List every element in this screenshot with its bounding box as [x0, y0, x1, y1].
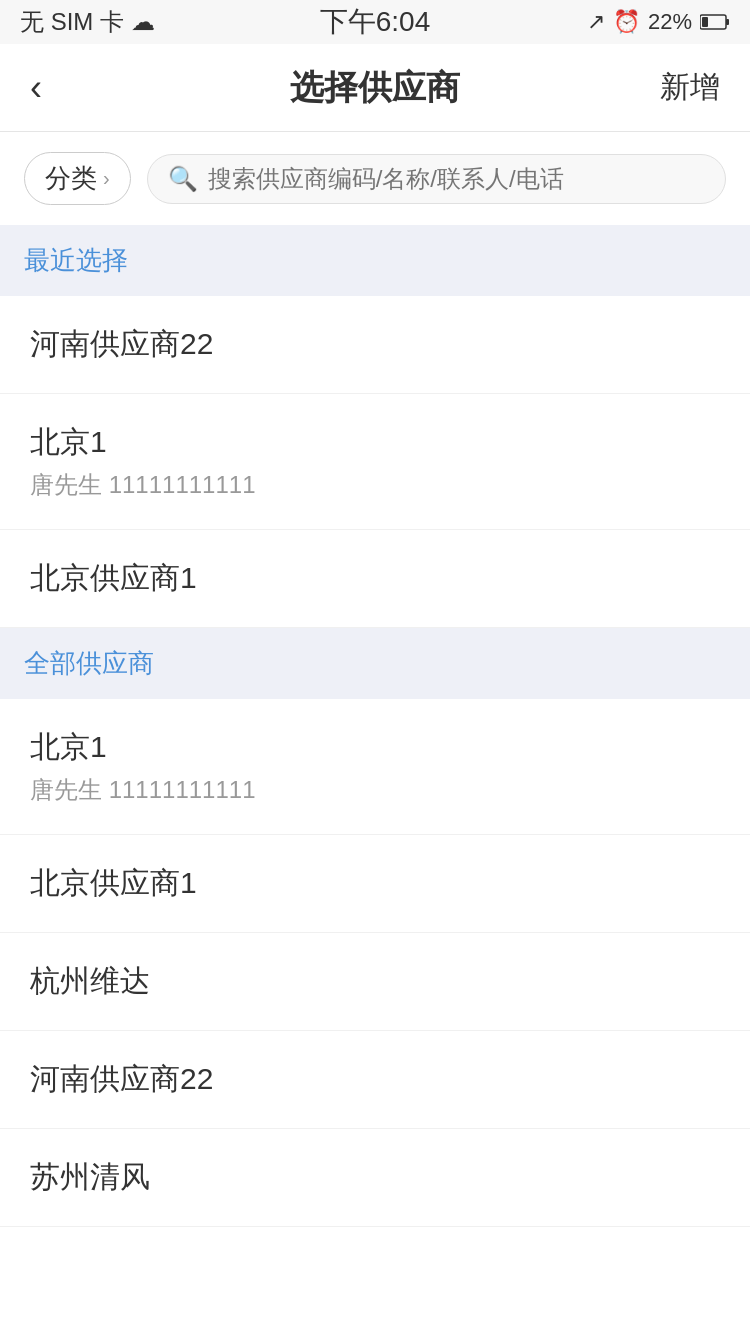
status-time: 下午6:04	[320, 3, 431, 41]
list-item[interactable]: 北京供应商1	[0, 835, 750, 933]
list-item[interactable]: 河南供应商22	[0, 296, 750, 394]
supplier-name: 北京1	[30, 422, 720, 463]
recent-list: 河南供应商22 北京1 唐先生 11111111111 北京供应商1	[0, 296, 750, 628]
supplier-sub: 唐先生 11111111111	[30, 469, 720, 501]
all-list: 北京1 唐先生 11111111111 北京供应商1 杭州维达河南供应商22 苏州清风	[0, 699, 750, 1227]
supplier-sub: 唐先生 11111111111	[30, 774, 720, 806]
category-label: 分类	[45, 161, 97, 196]
battery-icon	[700, 14, 730, 30]
add-button[interactable]: 新增	[660, 67, 720, 108]
status-bar: 无 SIM 卡 ☁ 下午6:04 ↗ ⏰ 22%	[0, 0, 750, 44]
list-item[interactable]: 北京1 唐先生 11111111111	[0, 394, 750, 530]
all-section-header: 全部供应商	[0, 628, 750, 699]
supplier-name: 苏州清风	[30, 1157, 720, 1198]
page-title: 选择供应商	[290, 65, 460, 111]
status-left: 无 SIM 卡 ☁	[20, 6, 155, 38]
recent-section-label: 最近选择	[24, 245, 128, 275]
all-section-label: 全部供应商	[24, 648, 154, 678]
supplier-name: 北京供应商1	[30, 863, 720, 904]
back-button[interactable]: ‹	[30, 67, 90, 109]
list-item[interactable]: 苏州清风	[0, 1129, 750, 1227]
svg-rect-1	[726, 19, 729, 25]
filter-bar: 分类 › 🔍	[0, 132, 750, 225]
alarm-icon: ⏰	[613, 9, 640, 35]
search-icon: 🔍	[168, 165, 198, 193]
battery-label: 22%	[648, 9, 692, 35]
no-sim-label: 无 SIM 卡 ☁	[20, 6, 155, 38]
supplier-name: 杭州维达	[30, 961, 720, 1002]
list-item[interactable]: 北京供应商1	[0, 530, 750, 628]
supplier-name: 北京供应商1	[30, 558, 720, 599]
supplier-name: 河南供应商22	[30, 1059, 720, 1100]
nav-bar: ‹ 选择供应商 新增	[0, 44, 750, 132]
location-icon: ↗	[587, 9, 605, 35]
supplier-name: 北京1	[30, 727, 720, 768]
search-bar[interactable]: 🔍	[147, 154, 726, 204]
search-input[interactable]	[208, 165, 705, 193]
list-item[interactable]: 河南供应商22	[0, 1031, 750, 1129]
category-button[interactable]: 分类 ›	[24, 152, 131, 205]
list-item[interactable]: 杭州维达	[0, 933, 750, 1031]
recent-section-header: 最近选择	[0, 225, 750, 296]
chevron-right-icon: ›	[103, 167, 110, 190]
status-right: ↗ ⏰ 22%	[587, 9, 730, 35]
list-item[interactable]: 北京1 唐先生 11111111111	[0, 699, 750, 835]
svg-rect-2	[702, 17, 708, 27]
supplier-name: 河南供应商22	[30, 324, 720, 365]
